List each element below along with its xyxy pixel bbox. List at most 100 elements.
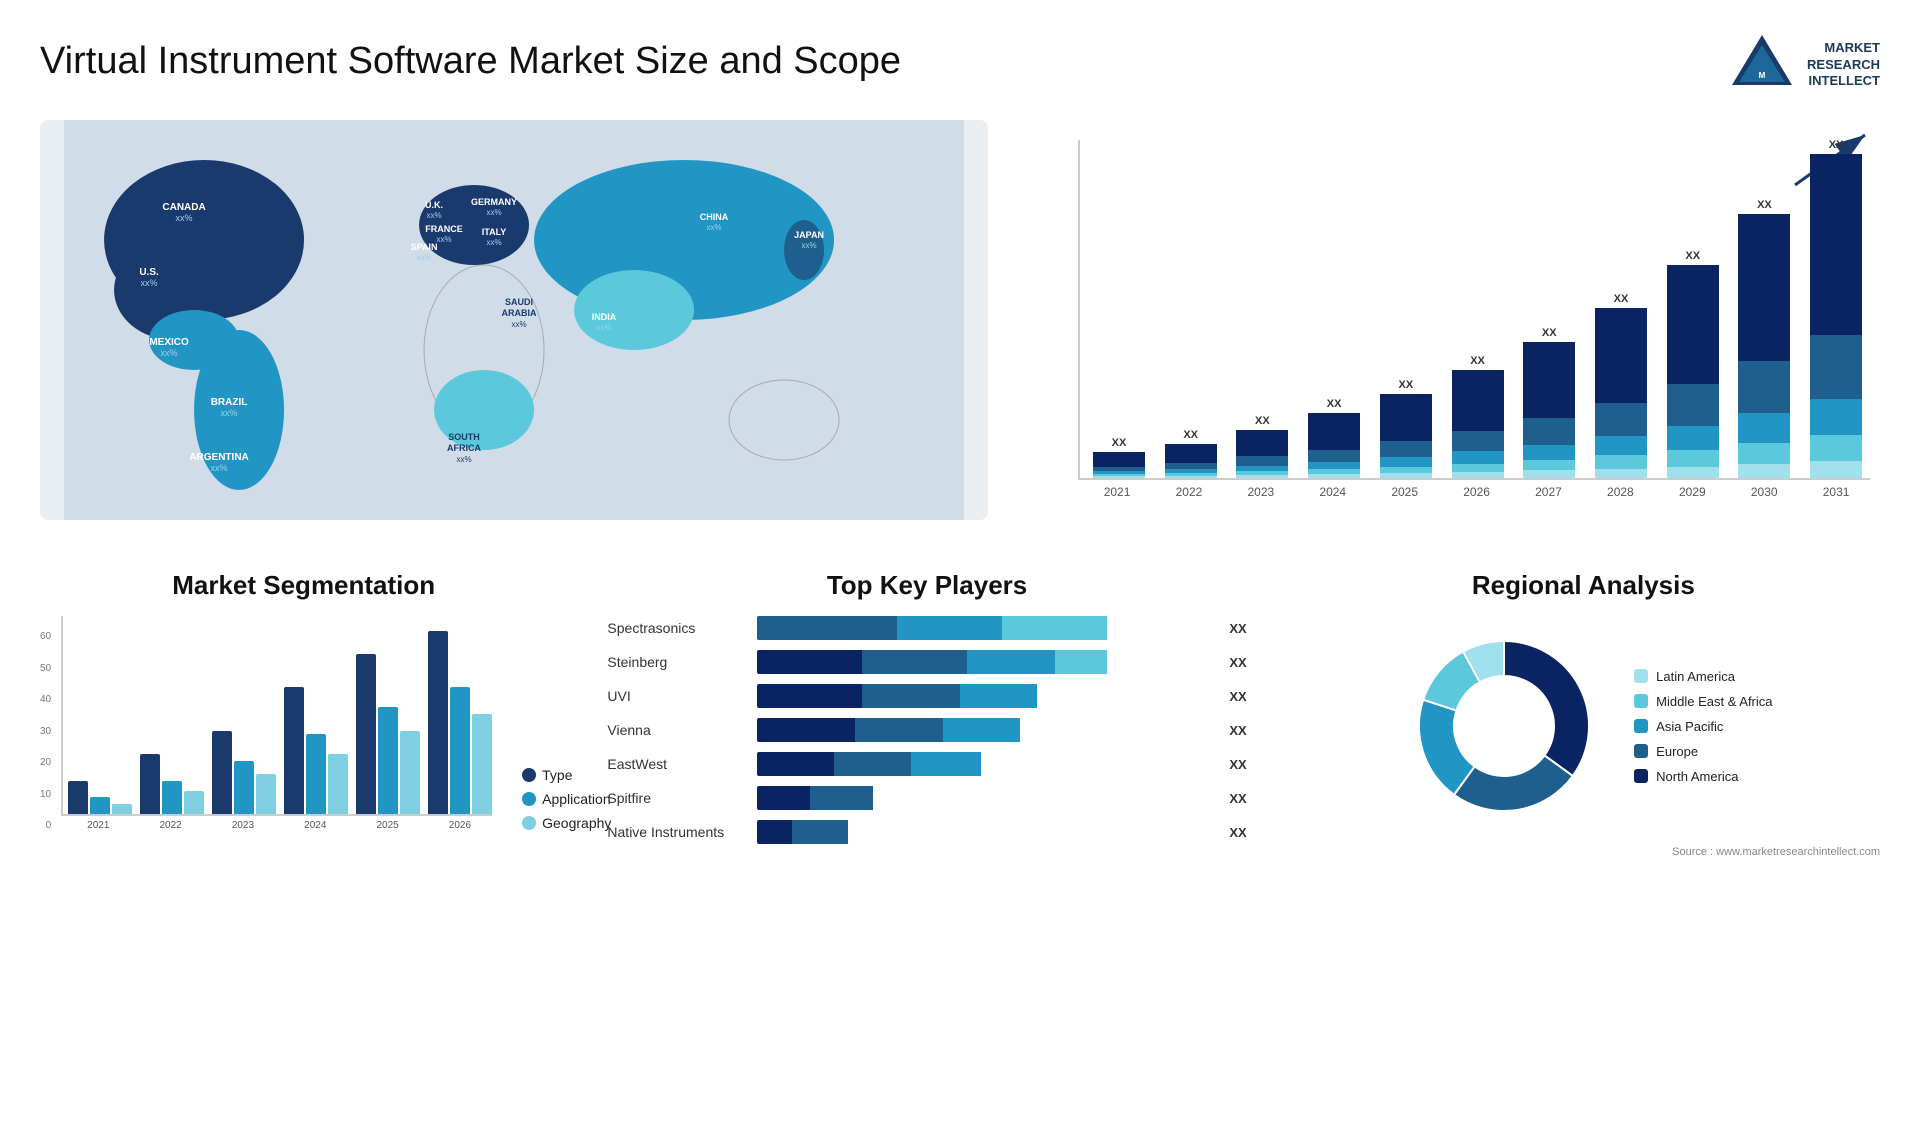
player-name: Spitfire — [607, 790, 747, 806]
bar-group: XX — [1659, 250, 1727, 478]
seg-bar — [328, 754, 348, 814]
bar-stack — [1165, 444, 1217, 478]
seg-year-label: 2021 — [66, 820, 130, 831]
bar-segment — [1380, 394, 1432, 441]
bar-year-label: 2028 — [1586, 485, 1654, 499]
player-bar-segment — [960, 684, 1037, 708]
seg-y-30: 30 — [40, 726, 51, 737]
bar-top-label: XX — [1542, 327, 1557, 339]
map-svg: CANADA xx% U.S. xx% MEXICO xx% BRAZIL xx… — [40, 120, 988, 520]
bar-segment — [1595, 455, 1647, 468]
player-bar-container — [757, 650, 1211, 674]
svg-text:xx%: xx% — [456, 455, 471, 464]
player-bar-stack — [757, 718, 1211, 742]
player-bar-segment — [897, 616, 1002, 640]
regional-legend-dot — [1634, 744, 1648, 758]
seg-bar — [306, 734, 326, 814]
bar-top-label: XX — [1112, 437, 1127, 449]
svg-text:U.S.: U.S. — [139, 267, 159, 278]
seg-year-label: 2024 — [283, 820, 347, 831]
bar-group: XX — [1731, 199, 1799, 478]
player-row: Spectrasonics XX — [607, 616, 1246, 640]
regional-legend-dot — [1634, 719, 1648, 733]
bar-segment — [1523, 460, 1575, 470]
bar-segment — [1810, 461, 1862, 478]
bar-top-label: XX — [1327, 398, 1342, 410]
player-row: Vienna XX — [607, 718, 1246, 742]
seg-year-label: 2023 — [211, 820, 275, 831]
player-bar-segment — [834, 752, 911, 776]
bar-segment — [1165, 444, 1217, 463]
bar-stack — [1667, 265, 1719, 478]
svg-text:xx%: xx% — [436, 235, 451, 244]
regional-legend-item: Asia Pacific — [1634, 719, 1772, 734]
bar-segment — [1380, 441, 1432, 457]
player-name: Steinberg — [607, 654, 747, 670]
bottom-section: Market Segmentation 60 50 40 30 20 10 0 … — [40, 570, 1880, 858]
seg-bar — [234, 761, 254, 814]
regional-legend-item: Latin America — [1634, 669, 1772, 684]
bar-stack — [1236, 430, 1288, 478]
regional-legend-item: Middle East & Africa — [1634, 694, 1772, 709]
player-xx-label: XX — [1229, 825, 1246, 840]
regional-content: Latin America Middle East & Africa Asia Pa… — [1287, 616, 1880, 836]
bar-segment — [1236, 475, 1288, 478]
svg-text:xx%: xx% — [141, 278, 158, 288]
bar-top-label: XX — [1829, 139, 1844, 151]
svg-text:MEXICO: MEXICO — [149, 337, 189, 348]
bar-group: XX — [1587, 293, 1655, 478]
regional-legend-label: North America — [1656, 769, 1738, 784]
bar-segment — [1738, 361, 1790, 413]
bar-segment — [1308, 474, 1360, 478]
seg-bar — [378, 707, 398, 814]
player-name: Spectrasonics — [607, 620, 747, 636]
bar-segment — [1667, 265, 1719, 384]
bar-segment — [1667, 467, 1719, 478]
bar-segment — [1595, 469, 1647, 478]
svg-text:xx%: xx% — [426, 211, 441, 220]
bar-segment — [1738, 413, 1790, 442]
seg-bar-group — [428, 631, 492, 814]
player-bar-segment — [757, 752, 834, 776]
bar-segment — [1523, 470, 1575, 478]
bar-segment — [1308, 450, 1360, 462]
bar-segment — [1236, 456, 1288, 465]
bar-segment — [1667, 426, 1719, 450]
player-bar-container — [757, 752, 1211, 776]
player-bar-segment — [757, 616, 897, 640]
legend-label: Type — [542, 767, 572, 783]
page-title: Virtual Instrument Software Market Size … — [40, 40, 901, 83]
bar-segment — [1165, 463, 1217, 470]
player-bar-stack — [757, 650, 1211, 674]
map-container: CANADA xx% U.S. xx% MEXICO xx% BRAZIL xx… — [40, 120, 988, 540]
world-map: CANADA xx% U.S. xx% MEXICO xx% BRAZIL xx… — [40, 120, 988, 520]
bar-segment — [1523, 418, 1575, 445]
bar-year-label: 2025 — [1371, 485, 1439, 499]
player-xx-label: XX — [1229, 621, 1246, 636]
svg-text:M: M — [1759, 71, 1766, 80]
player-name: Vienna — [607, 722, 747, 738]
player-bar-segment — [943, 718, 1020, 742]
player-name: EastWest — [607, 756, 747, 772]
seg-y-60: 60 — [40, 631, 51, 642]
svg-text:xx%: xx% — [511, 320, 526, 329]
regional-legend-label: Asia Pacific — [1656, 719, 1723, 734]
top-section: CANADA xx% U.S. xx% MEXICO xx% BRAZIL xx… — [40, 120, 1880, 540]
player-xx-label: XX — [1229, 723, 1246, 738]
seg-y-20: 20 — [40, 757, 51, 768]
player-xx-label: XX — [1229, 791, 1246, 806]
player-bar-stack — [757, 684, 1211, 708]
bar-stack — [1523, 342, 1575, 478]
key-players-title: Top Key Players — [597, 570, 1256, 601]
seg-y-0: 0 — [40, 820, 51, 831]
svg-text:U.K.: U.K. — [425, 200, 443, 210]
player-bar-segment — [792, 820, 848, 844]
bar-segment — [1738, 464, 1790, 478]
bar-segment — [1308, 462, 1360, 470]
seg-bar — [256, 774, 276, 814]
seg-bar-group — [356, 654, 420, 814]
player-bar-segment — [1055, 650, 1108, 674]
svg-text:AFRICA: AFRICA — [447, 443, 481, 453]
seg-bar — [450, 687, 470, 814]
player-bar-segment — [911, 752, 981, 776]
